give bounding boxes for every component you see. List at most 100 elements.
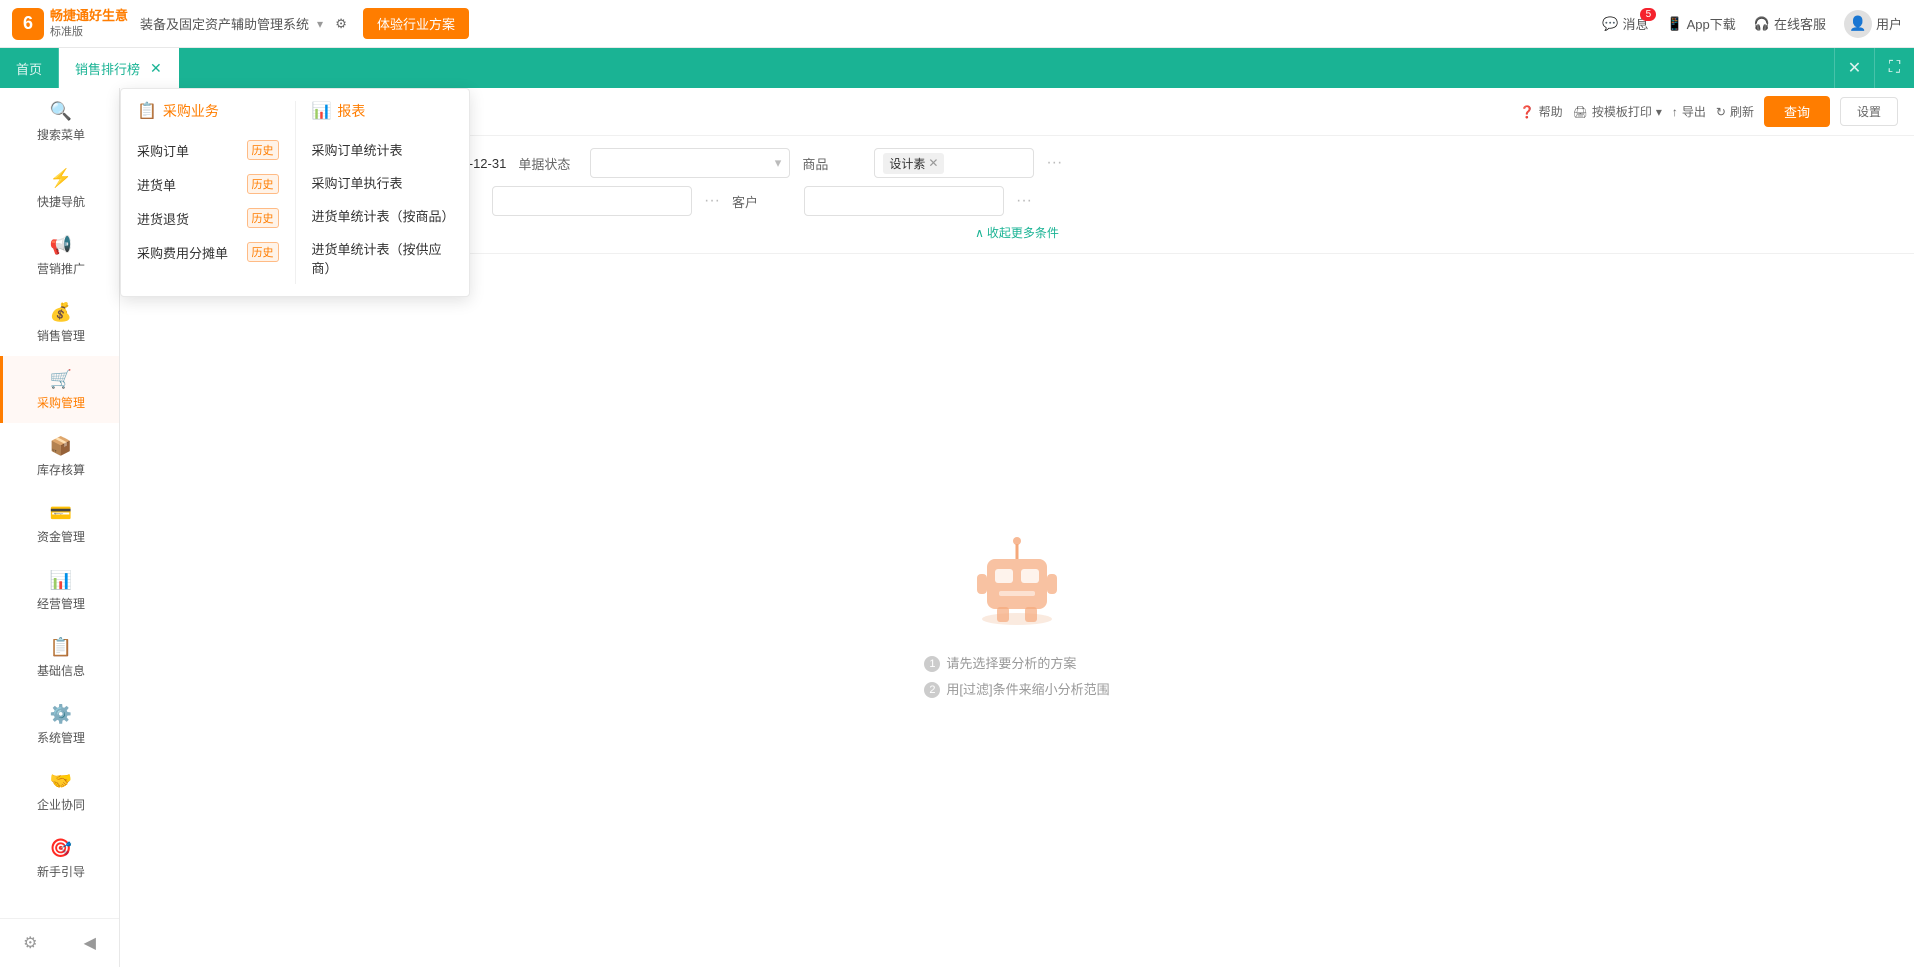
tab-expand-btn[interactable]: ⛶ bbox=[1874, 48, 1914, 88]
logo-icon: 6 bbox=[12, 8, 44, 40]
tab-close-btn[interactable]: ✕ bbox=[1834, 48, 1874, 88]
purchase-order-exec-item[interactable]: 采购订单执行表 bbox=[312, 166, 454, 199]
salesperson-more-icon[interactable]: ··· bbox=[704, 192, 720, 210]
sidebar-item-finance[interactable]: 💳 资金管理 bbox=[0, 490, 119, 557]
dropdown-columns: 📋 采购业务 采购订单 历史 进货单 历史 进货退货 历史 采购费用分摊单 历史 bbox=[121, 101, 469, 284]
document-status-label: 单据状态 bbox=[518, 154, 578, 173]
tab-home[interactable]: 首页 bbox=[0, 48, 59, 88]
purchase-col-header: 📋 采购业务 bbox=[137, 101, 279, 129]
chevron-up-icon: ∧ bbox=[975, 226, 984, 240]
sidebar-item-basic[interactable]: 📋 基础信息 bbox=[0, 624, 119, 691]
money-icon: 💰 bbox=[50, 301, 72, 323]
export-button[interactable]: ↑ 导出 bbox=[1672, 103, 1706, 120]
template-print-button[interactable]: 🖨 按模板打印 ▾ bbox=[1573, 103, 1662, 120]
headset-icon: 🎧 bbox=[1754, 16, 1770, 32]
report-col-icon: 📊 bbox=[312, 101, 332, 121]
inbound-stat-goods-item[interactable]: 进货单统计表（按商品） bbox=[312, 199, 454, 232]
logo-area: 6 畅捷通好生意 标准版 bbox=[12, 8, 132, 40]
print-dropdown-icon[interactable]: ▾ bbox=[1656, 105, 1662, 119]
help-button[interactable]: ❓ 帮助 bbox=[1520, 103, 1563, 120]
purchase-col-icon: 📋 bbox=[137, 101, 157, 121]
refresh-button[interactable]: ↻ 刷新 bbox=[1716, 103, 1754, 120]
purchase-order-item[interactable]: 采购订单 历史 bbox=[137, 133, 279, 167]
sidebar-item-purchase[interactable]: 🛒 采购管理 bbox=[0, 356, 119, 423]
document-status-dropdown-icon: ▾ bbox=[775, 155, 782, 171]
tab-sales-rank[interactable]: 销售排行榜 ✕ bbox=[59, 48, 179, 88]
empty-tips: 1 请先选择要分析的方案 2 用[过滤]条件来缩小分析范围 bbox=[924, 651, 1109, 703]
card-icon: 💳 bbox=[50, 502, 72, 524]
system-dropdown-icon[interactable]: ▾ bbox=[317, 17, 323, 31]
customer-label: 客户 bbox=[732, 192, 792, 211]
help-icon: ❓ bbox=[1520, 105, 1535, 119]
user-button[interactable]: 👤 用户 bbox=[1844, 10, 1902, 38]
purchase-order-stat-item[interactable]: 采购订单统计表 bbox=[312, 133, 454, 166]
industry-button[interactable]: 体验行业方案 bbox=[363, 8, 469, 39]
document-status-select[interactable]: ▾ bbox=[590, 148, 790, 178]
chart-icon: 📊 bbox=[50, 569, 72, 591]
purchase-inbound-item[interactable]: 进货单 历史 bbox=[137, 167, 279, 201]
goods-tag-close[interactable]: ✕ bbox=[928, 156, 938, 170]
sidebar-item-operation[interactable]: 📊 经营管理 bbox=[0, 557, 119, 624]
report-col: 📊 报表 采购订单统计表 采购订单执行表 进货单统计表（按商品） 进货单统计表（… bbox=[295, 101, 470, 284]
goods-label: 商品 bbox=[802, 154, 862, 173]
date-range-value: -12-31 bbox=[469, 156, 507, 171]
top-header: 6 畅捷通好生意 标准版 装备及固定资产辅助管理系统 ▾ ⚙ 体验行业方案 💬 … bbox=[0, 0, 1914, 48]
app-download-button[interactable]: 📱 App下载 bbox=[1666, 14, 1735, 33]
sidebar-bottom: ⚙ ◀ bbox=[0, 918, 119, 967]
sidebar-item-cooperation[interactable]: 🤝 企业协同 bbox=[0, 758, 119, 825]
goods-more-icon[interactable]: ··· bbox=[1046, 154, 1062, 172]
box-icon: 📦 bbox=[50, 435, 72, 457]
sidebar-collapse-btn[interactable]: ◀ bbox=[80, 929, 100, 957]
sidebar: 🔍 搜索菜单 ⚡ 快捷导航 📢 营销推广 💰 销售管理 🛒 采购管理 📦 库存核… bbox=[0, 88, 120, 967]
target-icon: 🎯 bbox=[50, 837, 72, 859]
list-icon: 📋 bbox=[50, 636, 72, 658]
search-icon: 🔍 bbox=[50, 100, 72, 122]
purchase-return-item[interactable]: 进货退货 历史 bbox=[137, 201, 279, 235]
empty-state: 1 请先选择要分析的方案 2 用[过滤]条件来缩小分析范围 bbox=[120, 254, 1914, 967]
cart-icon: 🛒 bbox=[50, 368, 72, 390]
system-title: 装备及固定资产辅助管理系统 ▾ bbox=[140, 14, 323, 33]
sidebar-item-inventory[interactable]: 📦 库存核算 bbox=[0, 423, 119, 490]
phone-icon: 📱 bbox=[1666, 16, 1682, 32]
step-2-num: 2 bbox=[924, 682, 940, 698]
sidebar-item-newbie[interactable]: 🎯 新手引导 bbox=[0, 825, 119, 892]
settings-icon[interactable]: ⚙ bbox=[327, 10, 355, 38]
refresh-icon: ↻ bbox=[1716, 105, 1726, 119]
tab-bar: 首页 销售排行榜 ✕ ✕ ⛶ bbox=[0, 48, 1914, 88]
sidebar-item-system[interactable]: ⚙️ 系统管理 bbox=[0, 691, 119, 758]
salesperson-select[interactable] bbox=[492, 186, 692, 216]
tab-close-icon[interactable]: ✕ bbox=[150, 60, 162, 77]
purchase-expense-item[interactable]: 采购费用分摊单 历史 bbox=[137, 235, 279, 269]
goods-select[interactable]: 设计素 ✕ bbox=[874, 148, 1034, 178]
message-button[interactable]: 💬 消息 5 bbox=[1602, 14, 1648, 33]
gear-icon: ⚙️ bbox=[50, 703, 72, 725]
header-right: 💬 消息 5 📱 App下载 🎧 在线客服 👤 用户 bbox=[1602, 10, 1902, 38]
goods-tag: 设计素 ✕ bbox=[883, 153, 944, 174]
report-col-header: 📊 报表 bbox=[312, 101, 454, 129]
tab-bar-right: ✕ ⛶ bbox=[1834, 48, 1914, 88]
logo-text: 畅捷通好生意 标准版 bbox=[50, 8, 128, 39]
sidebar-item-marketing[interactable]: 📢 营销推广 bbox=[0, 222, 119, 289]
inbound-stat-supplier-item[interactable]: 进货单统计表（按供应商） bbox=[312, 232, 454, 284]
print-icon: 🖨 bbox=[1573, 105, 1588, 119]
sidebar-settings-btn[interactable]: ⚙ bbox=[19, 929, 41, 957]
megaphone-icon: 📢 bbox=[50, 234, 72, 256]
message-icon: 💬 bbox=[1602, 16, 1618, 32]
sidebar-item-search[interactable]: 🔍 搜索菜单 bbox=[0, 88, 119, 155]
handshake-icon: 🤝 bbox=[50, 770, 72, 792]
purchase-business-col: 📋 采购业务 采购订单 历史 进货单 历史 进货退货 历史 采购费用分摊单 历史 bbox=[121, 101, 295, 284]
set-button[interactable]: 设置 bbox=[1840, 97, 1898, 126]
query-button[interactable]: 查询 bbox=[1764, 96, 1830, 127]
customer-more-icon[interactable]: ··· bbox=[1016, 192, 1032, 210]
avatar: 👤 bbox=[1844, 10, 1872, 38]
sidebar-item-quick-nav[interactable]: ⚡ 快捷导航 bbox=[0, 155, 119, 222]
customer-select[interactable] bbox=[804, 186, 1004, 216]
collapse-filter-btn[interactable]: ∧ 收起更多条件 bbox=[975, 224, 1059, 241]
sidebar-item-sales[interactable]: 💰 销售管理 bbox=[0, 289, 119, 356]
purchase-dropdown-menu: 📋 采购业务 采购订单 历史 进货单 历史 进货退货 历史 采购费用分摊单 历史 bbox=[120, 88, 470, 297]
step-1-num: 1 bbox=[924, 656, 940, 672]
export-icon: ↑ bbox=[1672, 105, 1678, 119]
lightning-icon: ⚡ bbox=[50, 167, 72, 189]
online-service-button[interactable]: 🎧 在线客服 bbox=[1754, 14, 1826, 33]
empty-illustration bbox=[957, 519, 1077, 639]
